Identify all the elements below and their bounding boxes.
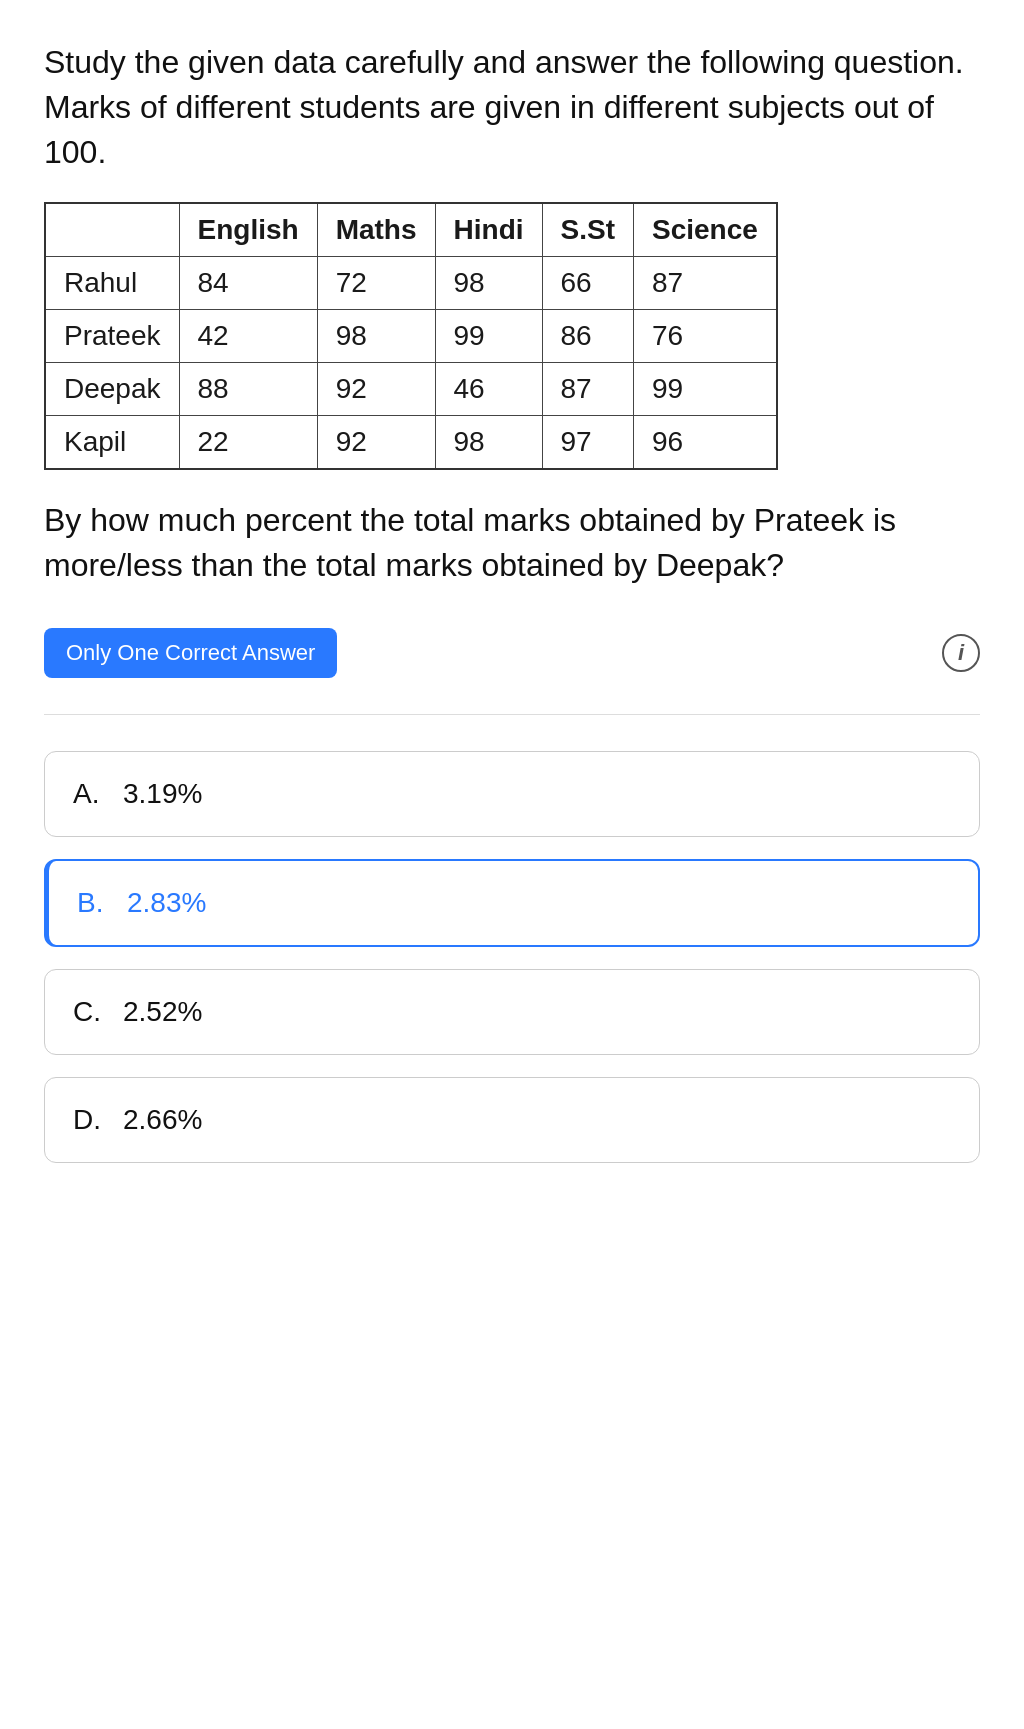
table-cell: 87 xyxy=(634,257,777,310)
table-cell: 97 xyxy=(542,416,633,470)
table-cell: 99 xyxy=(634,363,777,416)
table-cell: Kapil xyxy=(45,416,179,470)
table-row: Deepak8892468799 xyxy=(45,363,777,416)
table-cell: Rahul xyxy=(45,257,179,310)
options-list: A. 3.19% B. 2.83% C. 2.52% D. 2.66% xyxy=(44,751,980,1163)
table-header-cell: S.St xyxy=(542,203,633,257)
table-cell: 92 xyxy=(317,363,435,416)
table-cell: 22 xyxy=(179,416,317,470)
option-value: 3.19% xyxy=(123,778,202,810)
table-row: Rahul8472986687 xyxy=(45,257,777,310)
table-cell: 98 xyxy=(435,257,542,310)
table-cell: 96 xyxy=(634,416,777,470)
table-cell: Prateek xyxy=(45,310,179,363)
table-cell: 88 xyxy=(179,363,317,416)
table-cell: 86 xyxy=(542,310,633,363)
table-cell: 76 xyxy=(634,310,777,363)
divider xyxy=(44,714,980,715)
table-header-row: EnglishMathsHindiS.StScience xyxy=(45,203,777,257)
table-row: Kapil2292989796 xyxy=(45,416,777,470)
option-item[interactable]: C. 2.52% xyxy=(44,969,980,1055)
table-cell: 72 xyxy=(317,257,435,310)
option-item[interactable]: A. 3.19% xyxy=(44,751,980,837)
sub-question: By how much percent the total marks obta… xyxy=(44,498,980,588)
table-cell: 98 xyxy=(317,310,435,363)
option-item[interactable]: D. 2.66% xyxy=(44,1077,980,1163)
table-cell: 46 xyxy=(435,363,542,416)
table-header-cell: Hindi xyxy=(435,203,542,257)
option-letter: B. xyxy=(77,887,105,919)
question-intro: Study the given data carefully and answe… xyxy=(44,40,980,174)
table-row: Prateek4298998676 xyxy=(45,310,777,363)
option-value: 2.52% xyxy=(123,996,202,1028)
data-table: EnglishMathsHindiS.StScience Rahul847298… xyxy=(44,202,778,470)
table-header-cell: Science xyxy=(634,203,777,257)
info-icon-label: i xyxy=(958,640,964,666)
table-cell: 98 xyxy=(435,416,542,470)
info-icon[interactable]: i xyxy=(942,634,980,672)
option-value: 2.83% xyxy=(127,887,206,919)
table-header-cell: Maths xyxy=(317,203,435,257)
option-letter: C. xyxy=(73,996,101,1028)
table-cell: 92 xyxy=(317,416,435,470)
table-header-cell xyxy=(45,203,179,257)
table-cell: 84 xyxy=(179,257,317,310)
table-cell: 66 xyxy=(542,257,633,310)
option-letter: A. xyxy=(73,778,101,810)
answer-type-row: Only One Correct Answer i xyxy=(44,628,980,678)
option-letter: D. xyxy=(73,1104,101,1136)
table-cell: 42 xyxy=(179,310,317,363)
answer-type-badge: Only One Correct Answer xyxy=(44,628,337,678)
table-cell: 87 xyxy=(542,363,633,416)
option-value: 2.66% xyxy=(123,1104,202,1136)
table-cell: Deepak xyxy=(45,363,179,416)
option-item[interactable]: B. 2.83% xyxy=(44,859,980,947)
table-header-cell: English xyxy=(179,203,317,257)
table-cell: 99 xyxy=(435,310,542,363)
